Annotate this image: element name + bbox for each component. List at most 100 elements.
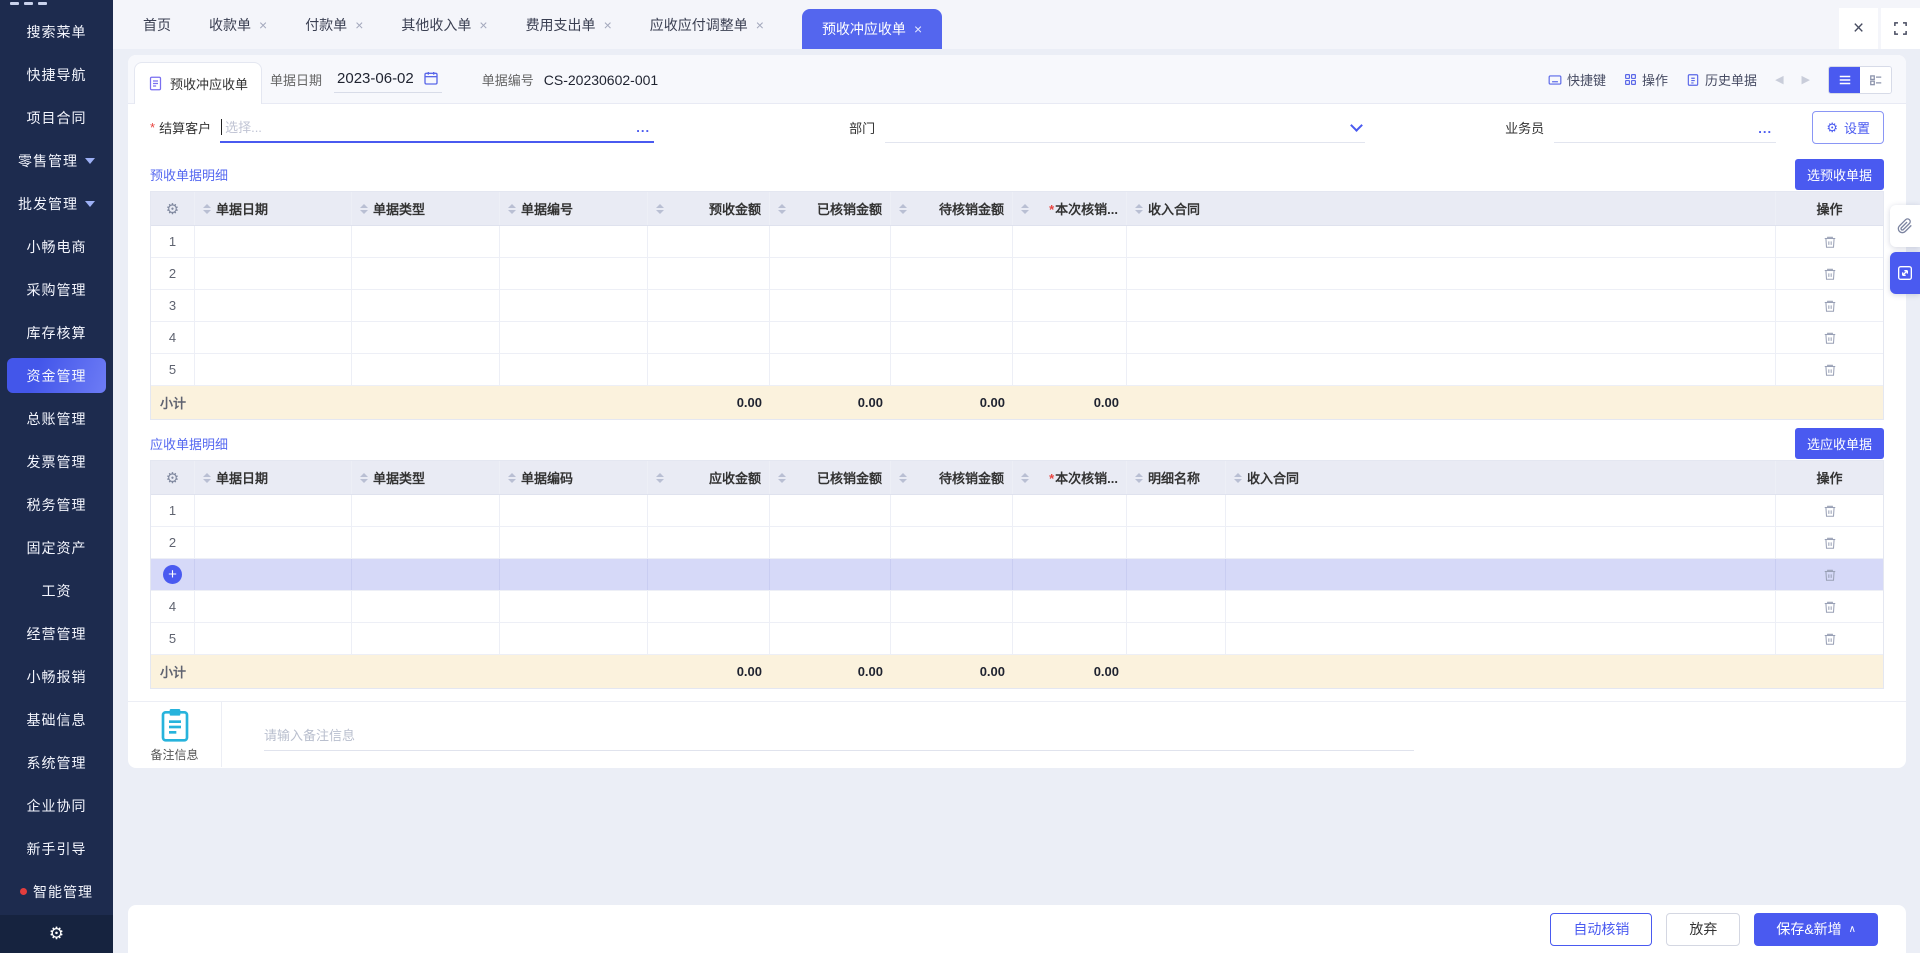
table-row[interactable]: 4 [151, 591, 1883, 623]
column-header[interactable]: 单据类型 [352, 192, 500, 225]
sidebar-item[interactable]: 新手引导 [0, 827, 113, 870]
dept-select[interactable] [885, 113, 1366, 143]
column-header[interactable]: 应收金额 [648, 461, 770, 494]
attachment-button[interactable] [1890, 205, 1920, 247]
column-settings-icon[interactable]: ⚙ [166, 200, 179, 218]
date-input[interactable]: 2023-06-02 [334, 67, 442, 93]
tab-item[interactable]: 应收应付调整单 × [650, 0, 764, 49]
sort-icon[interactable] [360, 472, 368, 483]
sort-icon[interactable] [1234, 472, 1242, 483]
delete-row-button[interactable] [1823, 235, 1837, 249]
sort-icon[interactable] [508, 472, 516, 483]
sort-icon[interactable] [1135, 472, 1143, 483]
table-row[interactable]: 4 [151, 322, 1883, 354]
column-header[interactable]: 明细名称 [1127, 461, 1226, 494]
next-arrow-icon[interactable]: ▶ [1802, 73, 1810, 86]
column-header[interactable]: 预收金额 [648, 192, 770, 225]
close-icon[interactable]: × [259, 17, 267, 33]
tab-item[interactable]: 首页 [143, 0, 171, 49]
remark-input[interactable]: 请输入备注信息 [222, 702, 1906, 767]
table-row[interactable]: + [151, 559, 1883, 591]
select-receivable-docs-button[interactable]: 选应收单据 [1794, 427, 1884, 459]
table-row[interactable]: 2 [151, 258, 1883, 290]
operations-button[interactable]: 操作 [1624, 70, 1668, 89]
delete-row-button[interactable] [1823, 632, 1837, 646]
sidebar-item[interactable]: 小畅报销 [0, 655, 113, 698]
sort-icon[interactable] [1135, 203, 1143, 214]
sort-icon[interactable] [778, 472, 786, 483]
tab-item[interactable]: 付款单 × [305, 0, 363, 49]
sort-icon[interactable] [203, 472, 211, 483]
doc-tab[interactable]: 预收冲应收单 [134, 62, 263, 104]
sidebar-item[interactable]: 搜索菜单 [0, 10, 113, 53]
close-icon[interactable]: × [756, 17, 764, 33]
column-settings-icon[interactable]: ⚙ [166, 469, 179, 487]
sort-icon[interactable] [203, 203, 211, 214]
customer-input[interactable]: 选择... ... [220, 113, 655, 143]
shortcut-keys-button[interactable]: 快捷键 [1548, 70, 1606, 89]
save-and-new-button[interactable]: 保存&新增 ∧ [1754, 912, 1878, 946]
sidebar-item[interactable]: 基础信息 [0, 698, 113, 741]
remark-tab[interactable]: 备注信息 [128, 702, 222, 767]
tab-item[interactable]: 收款单 × [209, 0, 267, 49]
column-header[interactable]: 收入合同 [1127, 192, 1776, 225]
sidebar-item[interactable]: 资金管理 [0, 354, 113, 397]
column-header[interactable]: 单据日期 [195, 461, 352, 494]
column-header[interactable]: *本次核销... [1013, 461, 1127, 494]
fullscreen-icon[interactable] [1881, 8, 1920, 49]
settings-gear-icon[interactable]: ⚙ [49, 924, 64, 944]
delete-row-button[interactable] [1823, 504, 1837, 518]
tab-item[interactable]: 其他收入单 × [401, 0, 487, 49]
table-row[interactable]: 1 [151, 226, 1883, 258]
column-header[interactable]: 已核销金额 [770, 461, 891, 494]
delete-row-button[interactable] [1823, 267, 1837, 281]
sort-icon[interactable] [1021, 472, 1029, 483]
column-header[interactable]: *本次核销... [1013, 192, 1127, 225]
delete-row-button[interactable] [1823, 331, 1837, 345]
sidebar-item[interactable]: 采购管理 [0, 268, 113, 311]
card-view-button[interactable] [1860, 66, 1891, 93]
delete-row-button[interactable] [1823, 536, 1837, 550]
auto-verify-button[interactable]: 自动核销 [1550, 912, 1653, 946]
table-row[interactable]: 3 [151, 290, 1883, 322]
column-header[interactable]: 待核销金额 [891, 461, 1013, 494]
close-icon[interactable]: × [479, 17, 487, 33]
column-header[interactable]: 已核销金额 [770, 192, 891, 225]
sidebar-item[interactable]: 总账管理 [0, 397, 113, 440]
sidebar-item[interactable]: 发票管理 [0, 440, 113, 483]
column-header[interactable]: 单据编号 [500, 192, 648, 225]
sort-icon[interactable] [656, 203, 664, 214]
table-row[interactable]: 5 [151, 623, 1883, 655]
close-icon[interactable]: × [914, 21, 922, 37]
tab-item[interactable]: 预收冲应收单 × [801, 9, 943, 49]
sidebar-item[interactable]: 税务管理 [0, 483, 113, 526]
sort-icon[interactable] [1021, 203, 1029, 214]
sort-icon[interactable] [899, 472, 907, 483]
customer-picker-icon[interactable]: ... [636, 120, 650, 135]
sidebar-item[interactable]: 智能管理 [0, 870, 113, 913]
history-docs-button[interactable]: 历史单据 [1686, 70, 1757, 89]
delete-row-button[interactable] [1823, 568, 1837, 582]
sidebar-item[interactable]: 企业协同 [0, 784, 113, 827]
column-header[interactable]: 收入合同 [1226, 461, 1776, 494]
column-header[interactable]: 单据日期 [195, 192, 352, 225]
sidebar-item[interactable]: 工资 [0, 569, 113, 612]
delete-row-button[interactable] [1823, 600, 1837, 614]
settings-button[interactable]: ⚙ 设置 [1812, 111, 1884, 144]
sort-icon[interactable] [360, 203, 368, 214]
column-header[interactable]: 待核销金额 [891, 192, 1013, 225]
table-row[interactable]: 5 [151, 354, 1883, 386]
delete-row-button[interactable] [1823, 363, 1837, 377]
sidebar-item[interactable]: 项目合同 [0, 96, 113, 139]
sidebar-item[interactable]: 经营管理 [0, 612, 113, 655]
expand-button[interactable] [1890, 252, 1920, 294]
sidebar-item[interactable]: 小畅电商 [0, 225, 113, 268]
sort-icon[interactable] [508, 203, 516, 214]
table-row[interactable]: 2 [151, 527, 1883, 559]
salesman-picker-icon[interactable]: ... [1758, 121, 1772, 136]
sort-icon[interactable] [656, 472, 664, 483]
salesman-input[interactable]: ... [1554, 113, 1777, 143]
sidebar-item[interactable]: 系统管理 [0, 741, 113, 784]
prev-arrow-icon[interactable]: ◀ [1775, 73, 1783, 86]
table-row[interactable]: 1 [151, 495, 1883, 527]
